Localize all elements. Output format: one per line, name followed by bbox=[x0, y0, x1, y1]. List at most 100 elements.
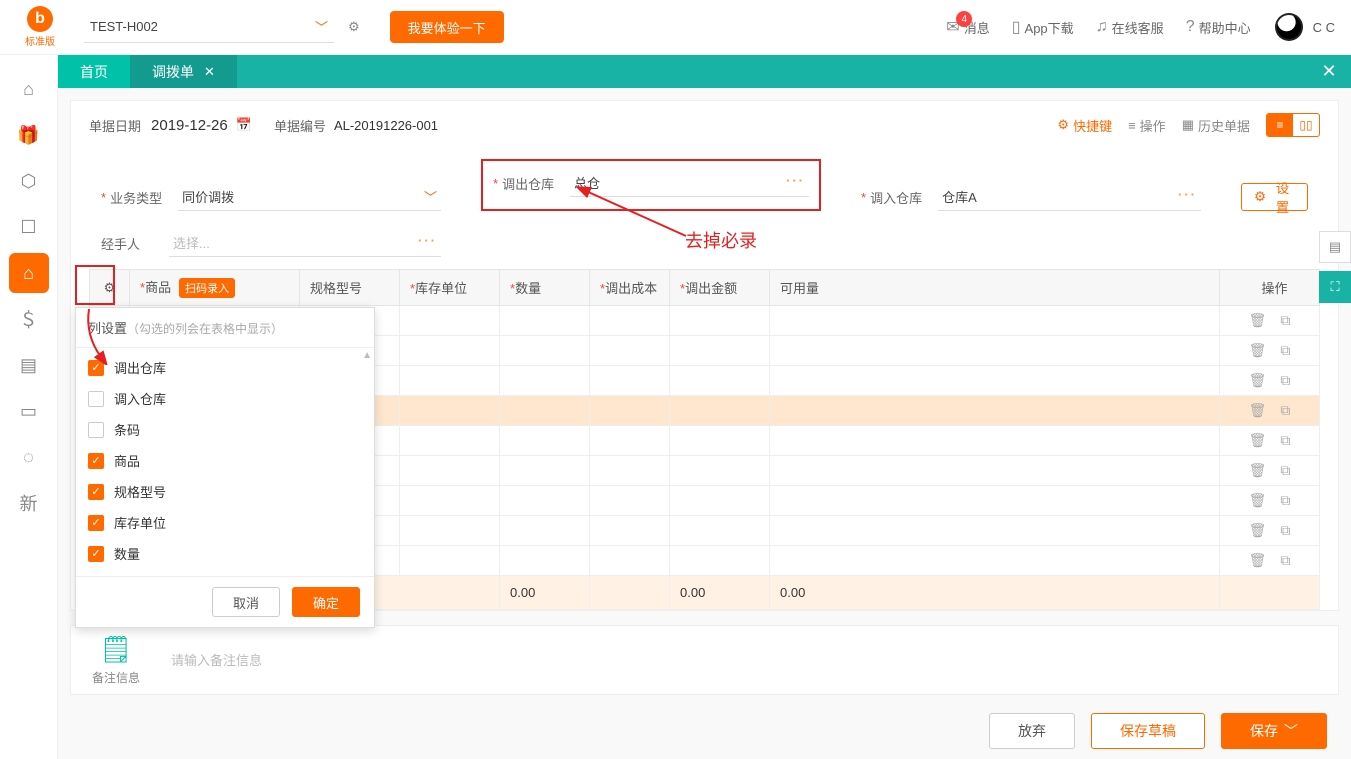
checkbox-icon[interactable]: ✓ bbox=[88, 360, 104, 376]
copy-icon[interactable]: ⧉ bbox=[1280, 492, 1290, 509]
view-grid-icon[interactable]: ▯▯ bbox=[1293, 114, 1319, 136]
field-in-warehouse[interactable]: * 调入仓库 仓库A··· bbox=[861, 183, 1201, 211]
field-biz-type[interactable]: * 业务类型 同价调拨﹀ bbox=[101, 183, 441, 211]
copy-icon[interactable]: ⧉ bbox=[1280, 522, 1290, 539]
content-card: 单据日期 2019-12-26 📅 单据编号 AL-20191226-001 ⚙… bbox=[70, 100, 1339, 611]
sidebar-home-icon[interactable]: ⌂ bbox=[9, 69, 49, 109]
calendar-icon[interactable]: 📅 bbox=[236, 117, 252, 133]
remark-input[interactable] bbox=[161, 626, 1338, 694]
copy-icon[interactable]: ⧉ bbox=[1280, 372, 1290, 389]
save-draft-button[interactable]: 保存草稿 bbox=[1091, 713, 1205, 749]
checkbox-icon[interactable] bbox=[88, 422, 104, 438]
sidebar-clipboard-icon[interactable]: ▤ bbox=[9, 345, 49, 385]
save-button[interactable]: 保存 ﹀ bbox=[1221, 713, 1327, 749]
checkbox-icon[interactable]: ✓ bbox=[88, 515, 104, 531]
sidebar: ⌂ 🎁 ⬡ ☐ ⌂ ＄ ▤ ▭ ◌ 新 bbox=[0, 55, 58, 759]
view-list-icon[interactable]: ≡ bbox=[1267, 114, 1293, 136]
float-note-icon[interactable]: ▤ bbox=[1319, 231, 1351, 263]
handler-value[interactable]: 选择...··· bbox=[169, 229, 441, 257]
column-option[interactable]: 条码 bbox=[76, 414, 374, 445]
sidebar-new-icon[interactable]: 新 bbox=[9, 483, 49, 523]
column-option[interactable]: ✓商品 bbox=[76, 445, 374, 476]
sidebar-bag-icon[interactable]: ☐ bbox=[9, 207, 49, 247]
delete-icon[interactable]: 🗑 bbox=[1249, 522, 1267, 539]
chevron-down-icon: ﹀ bbox=[315, 17, 328, 36]
delete-icon[interactable]: 🗑 bbox=[1249, 492, 1267, 509]
popover-cancel-button[interactable]: 取消 bbox=[212, 587, 280, 617]
more-icon[interactable]: ··· bbox=[786, 173, 805, 188]
sidebar-money-icon[interactable]: ＄ bbox=[9, 299, 49, 339]
tabs-close-all[interactable]: ✕ bbox=[1307, 55, 1351, 88]
remark-section: 🗒 备注信息 bbox=[70, 625, 1339, 695]
copy-icon[interactable]: ⧉ bbox=[1280, 342, 1290, 359]
delete-icon[interactable]: 🗑 bbox=[1249, 402, 1267, 419]
sidebar-card-icon[interactable]: ▭ bbox=[9, 391, 49, 431]
gear-icon[interactable]: ⚙ bbox=[348, 19, 360, 35]
tab-transfer-label: 调拨单 bbox=[152, 62, 194, 82]
copy-icon[interactable]: ⧉ bbox=[1280, 552, 1290, 569]
copy-icon[interactable]: ⧉ bbox=[1280, 402, 1290, 419]
top-app-download[interactable]: ▯ App下载 bbox=[1012, 17, 1074, 37]
popover-list[interactable]: ✓调出仓库调入仓库条码✓商品✓规格型号✓库存单位✓数量单位2 bbox=[76, 347, 374, 577]
discard-button[interactable]: 放弃 bbox=[989, 713, 1075, 749]
cta-button[interactable]: 我要体验一下 bbox=[390, 11, 504, 43]
more-icon[interactable]: ··· bbox=[418, 233, 437, 248]
checkbox-icon[interactable] bbox=[88, 391, 104, 407]
history-button[interactable]: ▦ 历史单据 bbox=[1182, 116, 1250, 135]
phone-icon: ▯ bbox=[1012, 17, 1021, 37]
sidebar-gift-icon[interactable]: 🎁 bbox=[9, 115, 49, 155]
copy-icon[interactable]: ⧉ bbox=[1280, 432, 1290, 449]
delete-icon[interactable]: 🗑 bbox=[1249, 462, 1267, 479]
column-option[interactable]: ✓数量 bbox=[76, 538, 374, 569]
out-wh-value[interactable]: 总仓··· bbox=[570, 169, 809, 197]
field-handler[interactable]: 经手人 选择...··· bbox=[101, 229, 441, 257]
scan-button[interactable]: 扫码录入 bbox=[179, 278, 235, 298]
required-mark: * bbox=[861, 190, 866, 205]
hotkey-button[interactable]: ⚙ 快捷键 bbox=[1057, 116, 1112, 135]
scroll-up-icon[interactable]: ▲ bbox=[362, 350, 372, 361]
copy-icon[interactable]: ⧉ bbox=[1280, 462, 1290, 479]
column-option[interactable]: ✓库存单位 bbox=[76, 507, 374, 538]
sidebar-shop-icon[interactable]: ⬡ bbox=[9, 161, 49, 201]
in-wh-value[interactable]: 仓库A··· bbox=[938, 183, 1201, 211]
total-out-cost: 0.00 bbox=[670, 576, 770, 610]
col-gear[interactable]: ⚙ bbox=[90, 270, 130, 306]
sidebar-ring-icon[interactable]: ◌ bbox=[9, 437, 49, 477]
delete-icon[interactable]: 🗑 bbox=[1249, 312, 1267, 329]
delete-icon[interactable]: 🗑 bbox=[1249, 372, 1267, 389]
more-icon[interactable]: ··· bbox=[1178, 187, 1197, 202]
settings-button[interactable]: ⚙ 设置 bbox=[1241, 183, 1308, 211]
checkbox-icon[interactable]: ✓ bbox=[88, 546, 104, 562]
close-icon[interactable]: ✕ bbox=[204, 64, 215, 80]
float-expand-icon[interactable]: ⛶ bbox=[1319, 271, 1351, 303]
gear-icon[interactable]: ⚙ bbox=[104, 280, 116, 295]
operate-button[interactable]: ≡ 操作 bbox=[1128, 116, 1166, 135]
top-help[interactable]: ? 帮助中心 bbox=[1186, 18, 1251, 37]
column-option[interactable]: ✓调出仓库 bbox=[76, 352, 374, 383]
checkbox-icon[interactable]: ✓ bbox=[88, 484, 104, 500]
required-mark: * bbox=[101, 190, 106, 205]
sidebar-warehouse-icon[interactable]: ⌂ bbox=[9, 253, 49, 293]
delete-icon[interactable]: 🗑 bbox=[1249, 432, 1267, 449]
delete-icon[interactable]: 🗑 bbox=[1249, 342, 1267, 359]
column-option[interactable]: ✓规格型号 bbox=[76, 476, 374, 507]
avatar[interactable] bbox=[1275, 13, 1303, 41]
top-messages[interactable]: ✉ 消息 4 bbox=[946, 17, 989, 37]
org-select[interactable]: TEST-H002 ﹀ bbox=[84, 11, 334, 43]
column-option[interactable]: 单位2 bbox=[76, 569, 374, 577]
doc-header: 单据日期 2019-12-26 📅 单据编号 AL-20191226-001 ⚙… bbox=[71, 101, 1338, 149]
copy-icon[interactable]: ⧉ bbox=[1280, 312, 1290, 329]
tab-transfer[interactable]: 调拨单 ✕ bbox=[130, 55, 237, 88]
column-option[interactable]: 调入仓库 bbox=[76, 383, 374, 414]
delete-icon[interactable]: 🗑 bbox=[1249, 552, 1267, 569]
date-value[interactable]: 2019-12-26 bbox=[151, 117, 228, 134]
chevron-down-icon: ﹀ bbox=[424, 187, 437, 206]
biz-type-value[interactable]: 同价调拨﹀ bbox=[178, 183, 441, 211]
checkbox-icon[interactable]: ✓ bbox=[88, 453, 104, 469]
top-service[interactable]: ♫ 在线客服 bbox=[1096, 18, 1164, 37]
save-label: 保存 bbox=[1250, 721, 1278, 741]
tab-home[interactable]: 首页 bbox=[58, 55, 130, 88]
field-out-warehouse[interactable]: * 调出仓库 总仓··· bbox=[481, 159, 821, 211]
popover-ok-button[interactable]: 确定 bbox=[292, 587, 360, 617]
view-toggle[interactable]: ≡ ▯▯ bbox=[1266, 113, 1320, 137]
